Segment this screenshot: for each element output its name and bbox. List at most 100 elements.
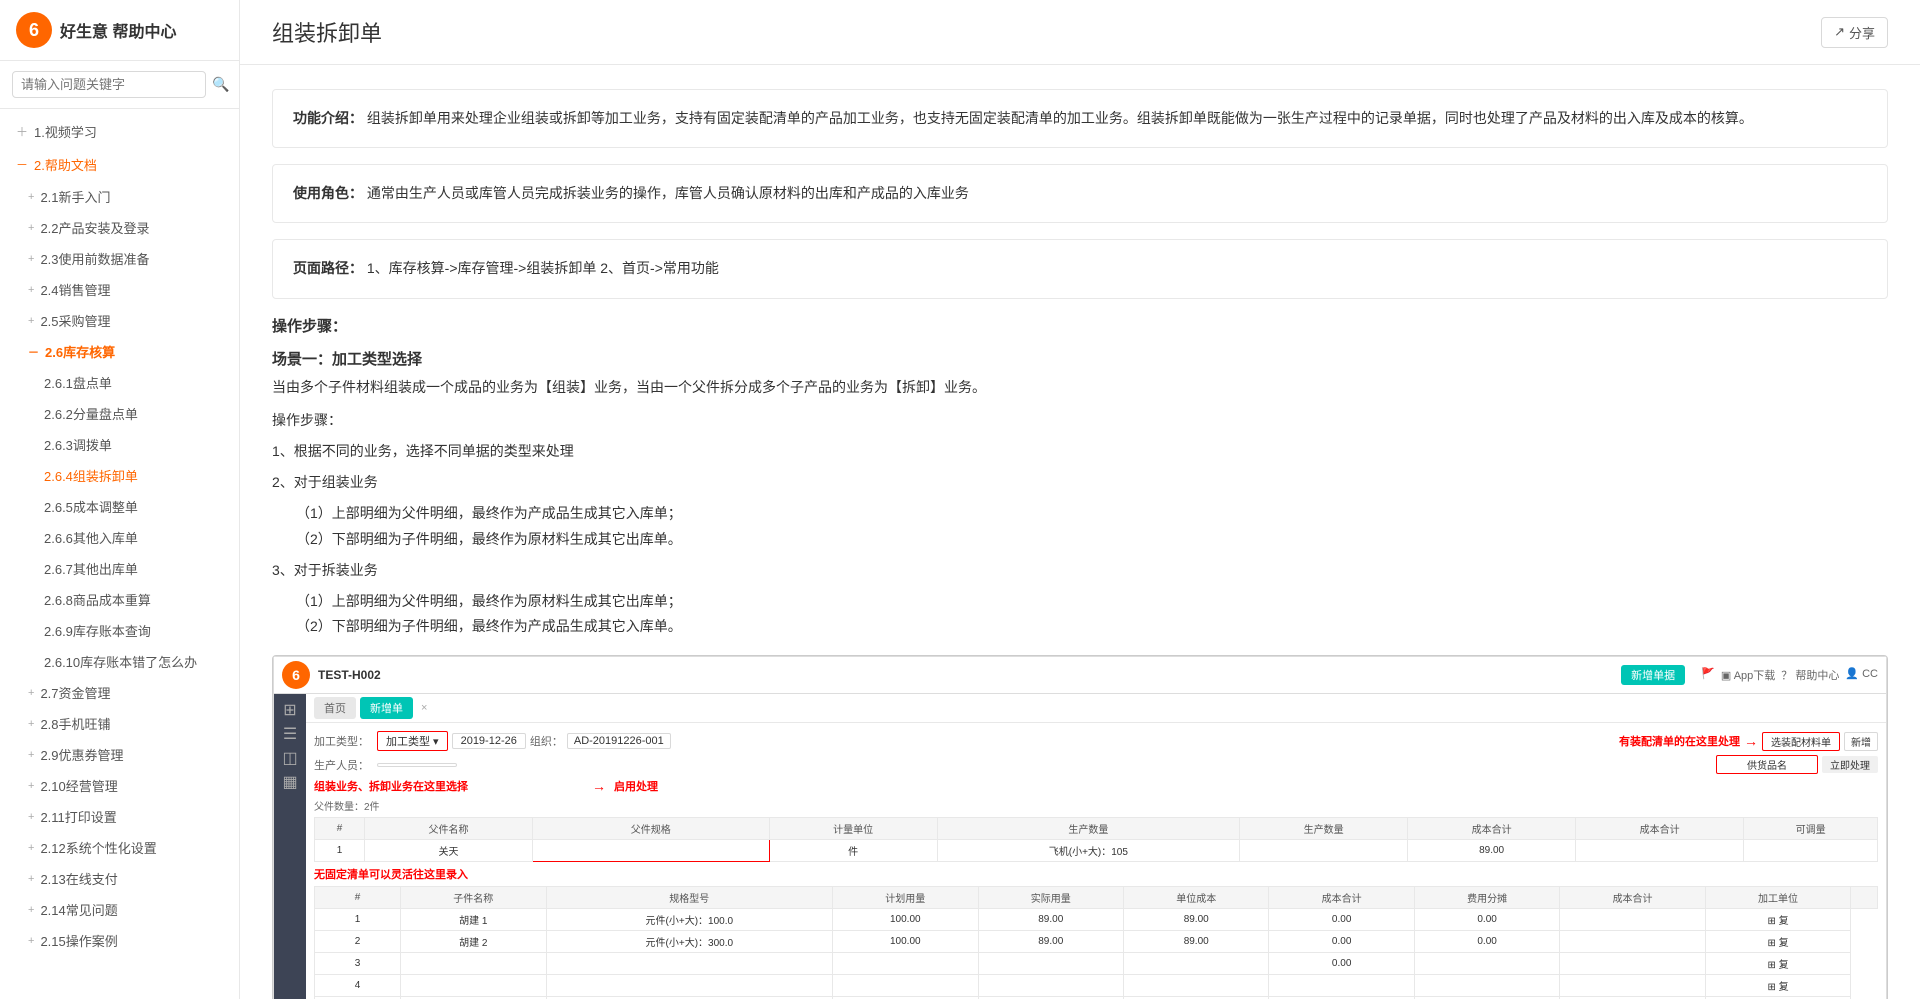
mock-form-row2: 生产人员： 供货品名 立即处理 <box>314 755 1878 774</box>
sidebar-item-newbie[interactable]: + 2.1新手入门 <box>0 181 239 212</box>
sidebar-item-cost-adjust[interactable]: 2.6.5成本调整单 <box>16 491 239 522</box>
role-block: 使用角色： 通常由生产人员或库管人员完成拆装业务的操作，库管人员确认原材料的出库… <box>272 164 1888 223</box>
step3-sub1: （1）上部明细为父件明细，最终作为原材料生成其它出库单； <box>296 589 1888 614</box>
mock-type-dropdown[interactable]: 加工类型 ▾ <box>377 731 448 751</box>
sidebar-item-assembly[interactable]: 2.6.4组装拆卸单 <box>16 460 239 491</box>
mock-th-cost1: 成本合计 <box>1408 818 1576 840</box>
search-input[interactable] <box>12 71 206 98</box>
mock-th-num: # <box>315 818 365 840</box>
mock-order-icon[interactable]: ☰ <box>283 724 297 744</box>
sidebar-item-inventory[interactable]: － 2.6库存核算 <box>0 336 239 367</box>
sidebar-item-print[interactable]: + 2.11打印设置 <box>0 801 239 832</box>
screenshot-container: 6 TEST-H002 新增单据 🚩 ▣ App下载 ？ 帮助中心 👤 CC ⊞ <box>272 655 1888 999</box>
mock-th2-spec: 规格型号 <box>546 887 833 909</box>
sidebar-item-docs[interactable]: － 2.帮助文档 <box>0 148 239 181</box>
mock-count-input[interactable] <box>377 763 457 767</box>
mock-th2-total: 成本合计 <box>1560 887 1705 909</box>
sidebar-item-coupon[interactable]: + 2.9优惠券管理 <box>0 739 239 770</box>
mock-th-unit: 计量单位 <box>769 818 937 840</box>
mock-left-nav: ⊞ ☰ ◫ ▦ <box>274 694 306 999</box>
sidebar-item-purchase[interactable]: + 2.5采购管理 <box>0 305 239 336</box>
mock-nav: 首页 新增单 × <box>306 694 1886 723</box>
logo-icon: 6 <box>16 12 52 48</box>
sidebar-item-other-out[interactable]: 2.6.7其他出库单 <box>16 553 239 584</box>
sidebar-item-other-in[interactable]: 2.6.6其他入库单 <box>16 522 239 553</box>
sidebar-item-payment[interactable]: + 2.13在线支付 <box>0 863 239 894</box>
mock-th2-num: # <box>315 887 401 909</box>
mock-th2-cost: 成本合计 <box>1269 887 1414 909</box>
sidebar-item-adjust[interactable]: 2.6.3调拨单 <box>16 429 239 460</box>
sidebar-item-videos[interactable]: ＋ 1.视频学习 <box>0 115 239 148</box>
share-button[interactable]: ↗ 分享 <box>1821 17 1888 48</box>
bullet-icon: + <box>28 780 34 792</box>
ops-heading: 操作步骤： <box>272 315 1888 336</box>
bullet-icon: + <box>28 904 34 916</box>
mock-tab-home[interactable]: 首页 <box>314 697 356 719</box>
sidebar-item-inventory-check[interactable]: 2.6.9库存账本查询 <box>16 615 239 646</box>
mock-annotation-area1: 有装配清单的在这里处理 → 选装配材料单 新增 <box>1619 732 1878 751</box>
sidebar-item-split-stock[interactable]: 2.6.2分量盘点单 <box>16 398 239 429</box>
sidebar-item-label: 1.视频学习 <box>34 122 97 141</box>
sidebar-item-account-error[interactable]: 2.6.10库存账本错了怎么办 <box>16 646 239 677</box>
sidebar: 6 好生意 帮助中心 🔍 ＋ 1.视频学习 － 2.帮助文档 + 2.1新手入门… <box>0 0 240 999</box>
table-row: 1 胡建 1 元件(小+大)：100.0 100.00 89.00 89.00 … <box>315 909 1878 931</box>
search-icon[interactable]: 🔍 <box>212 76 229 93</box>
mock-parent-table: # 父件名称 父件规格 计量单位 生产数量 生产数量 成本合计 成本合计 可调量 <box>314 817 1878 862</box>
sidebar-item-settings[interactable]: + 2.12系统个性化设置 <box>0 832 239 863</box>
sidebar-item-stocktake[interactable]: 2.6.1盘点单 <box>16 367 239 398</box>
mock-type-label: 加工类型： <box>314 733 369 749</box>
mock-topbar: 6 TEST-H002 新增单据 🚩 ▣ App下载 ？ 帮助中心 👤 CC <box>274 657 1886 694</box>
path-text: 1、库存核算->库存管理->组装拆卸单 2、首页->常用功能 <box>367 260 719 276</box>
mock-form-area: 加工类型： 加工类型 ▾ 2019-12-26 组织： AD-20191226-… <box>306 723 1886 999</box>
sidebar-item-data-prep[interactable]: + 2.3使用前数据准备 <box>0 243 239 274</box>
mock-th-cost2: 成本合计 <box>1576 818 1744 840</box>
bullet-icon: + <box>28 284 34 296</box>
bullet-icon: + <box>28 749 34 761</box>
sidebar-item-operation[interactable]: + 2.10经营管理 <box>0 770 239 801</box>
annotation2-text: 组装业务、拆卸业务在这里选择 <box>314 778 468 794</box>
bullet-icon: + <box>28 935 34 947</box>
mock-parent-label: 父件数量：2件 <box>314 798 1878 813</box>
plus-icon: ＋ <box>16 123 28 140</box>
sidebar-item-mobile[interactable]: + 2.8手机旺铺 <box>0 708 239 739</box>
sidebar-item-finance[interactable]: + 2.7资金管理 <box>0 677 239 708</box>
mock-stock-icon[interactable]: ▦ <box>282 772 297 792</box>
mock-bom-btn[interactable]: 选装配材料单 <box>1762 732 1840 751</box>
mock-th-avail: 可调量 <box>1744 818 1878 840</box>
mock-th-parent-spec: 父件规格 <box>532 818 769 840</box>
mock-th2-actual: 实际用量 <box>978 887 1123 909</box>
mock-org-label: 组织： <box>530 733 563 749</box>
mock-main-area: 首页 新增单 × 加工类型： 加工类型 ▾ 2019-12-26 <box>306 694 1886 999</box>
sidebar-item-install[interactable]: + 2.2产品安装及登录 <box>0 212 239 243</box>
mock-user-icon: 👤 CC <box>1845 667 1878 683</box>
sidebar-item-faq[interactable]: + 2.14常见问题 <box>0 894 239 925</box>
mock-submit-btn[interactable]: 立即处理 <box>1822 756 1878 773</box>
arrow-right-icon: → <box>1744 733 1758 749</box>
path-block: 页面路径： 1、库存核算->库存管理->组装拆卸单 2、首页->常用功能 <box>272 239 1888 298</box>
mock-app: 6 TEST-H002 新增单据 🚩 ▣ App下载 ？ 帮助中心 👤 CC ⊞ <box>273 656 1887 999</box>
bullet-icon: + <box>28 873 34 885</box>
func-intro-text: 组装拆卸单用来处理企业组装或拆卸等加工业务，支持有固定装配清单的产品加工业务，也… <box>367 110 1753 126</box>
mock-annotation-area3: 供货品名 立即处理 <box>1716 755 1878 774</box>
search-box: 🔍 <box>0 61 239 109</box>
func-intro-block: 功能介绍： 组装拆卸单用来处理企业组装或拆卸等加工业务，支持有固定装配清单的产品… <box>272 89 1888 148</box>
mock-close-icon[interactable]: × <box>421 702 427 714</box>
mock-org-input[interactable]: AD-20191226-001 <box>567 733 671 749</box>
mock-enable-input[interactable]: 供货品名 <box>1716 755 1818 774</box>
mock-date-input[interactable]: 2019-12-26 <box>452 733 526 749</box>
sidebar-item-cases[interactable]: + 2.15操作案例 <box>0 925 239 956</box>
mock-goods-icon[interactable]: ◫ <box>282 748 297 768</box>
mock-th2-unit-cost: 单位成本 <box>1123 887 1268 909</box>
mock-tab-new[interactable]: 新增单 <box>360 697 413 719</box>
main-header: 组装拆卸单 ↗ 分享 <box>240 0 1920 65</box>
mock-new-order-btn[interactable]: 新增单据 <box>1621 665 1685 685</box>
mock-th2-name: 子件名称 <box>401 887 546 909</box>
mock-logo: 6 <box>282 661 310 689</box>
minus-icon: － <box>28 344 39 360</box>
mock-count-label: 生产人员： <box>314 757 369 773</box>
sidebar-item-sales[interactable]: + 2.4销售管理 <box>0 274 239 305</box>
mock-home-icon[interactable]: ⊞ <box>283 700 296 720</box>
mock-extra-btn: 新增 <box>1844 732 1878 751</box>
sidebar-item-goods-cost[interactable]: 2.6.8商品成本重算 <box>16 584 239 615</box>
step2: 2、对于组装业务 <box>272 470 1888 495</box>
